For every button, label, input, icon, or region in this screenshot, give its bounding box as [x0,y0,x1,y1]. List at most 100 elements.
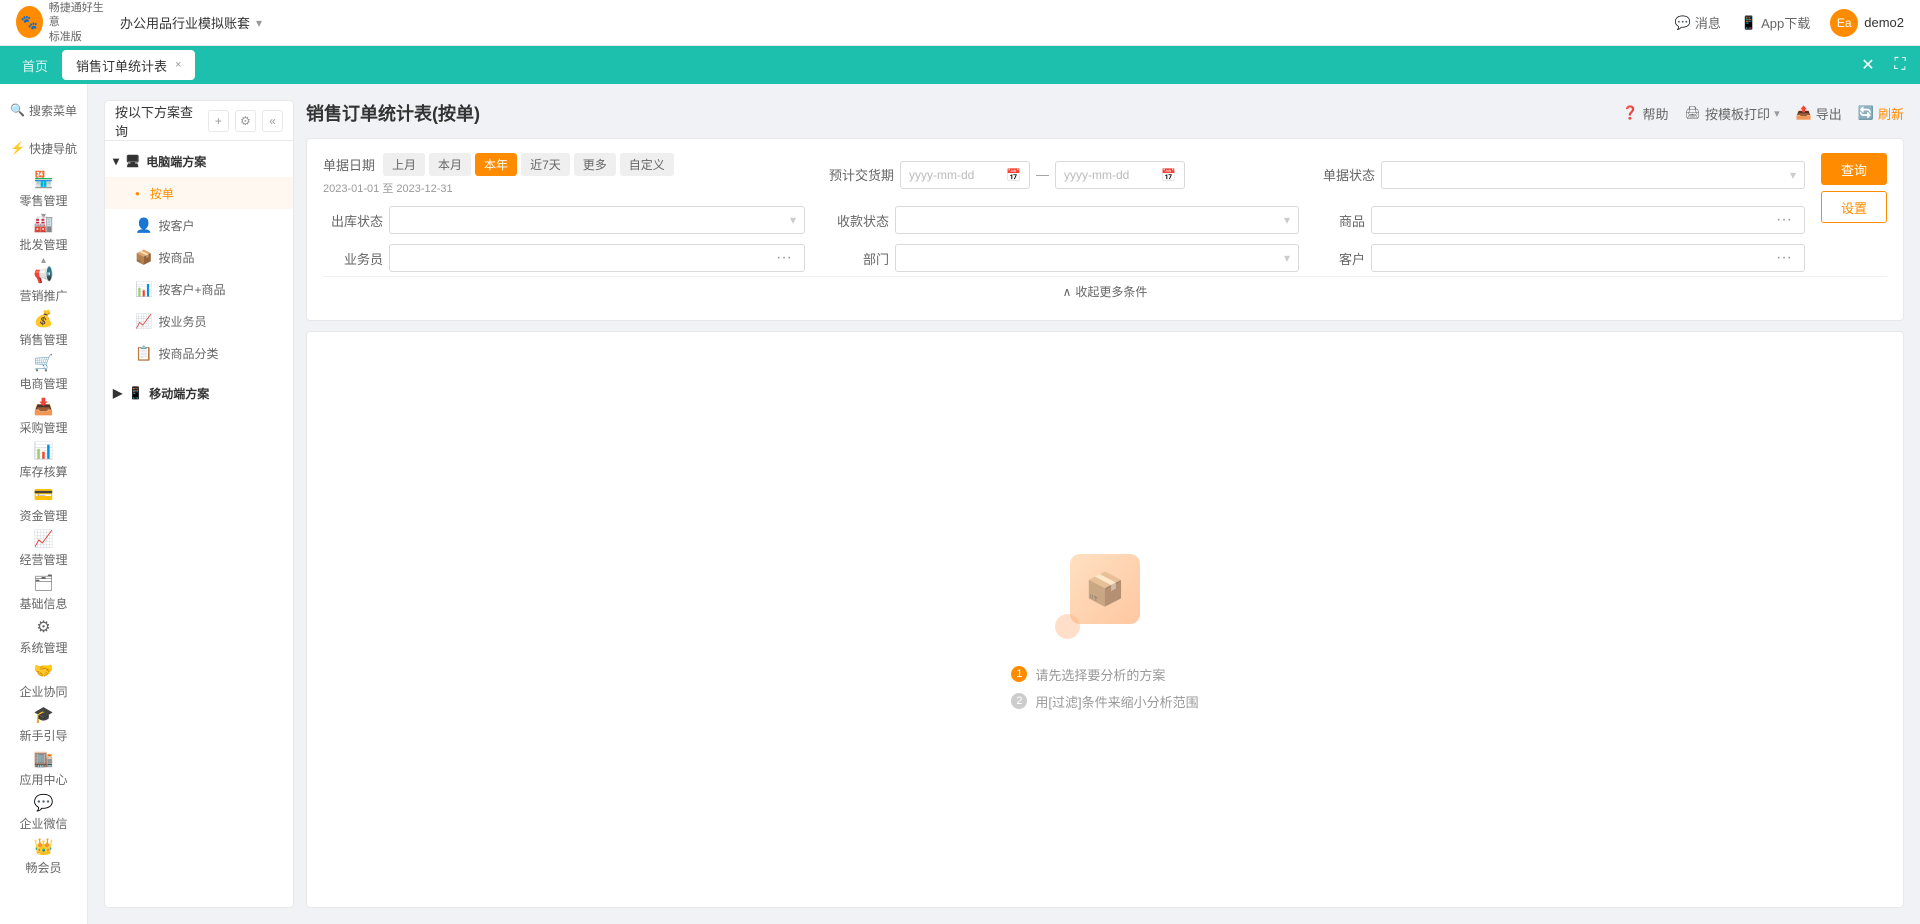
message-button[interactable]: 💬 消息 [1675,13,1721,32]
sidebar-item-enterprise[interactable]: 🤝 企业协同 [0,658,87,702]
content-area: 按以下方案查询 + ⚙ « ▾ 🖥 电脑端方案 ● 按单 [88,84,1920,924]
tab-sales-order-stats[interactable]: 销售订单统计表 × [62,50,195,80]
customer-more-icon[interactable]: ··· [1772,249,1796,267]
filter-card: 单据日期 上月 本月 本年 近7天 更多 自定义 2023-01-01 至 20… [306,138,1904,321]
sidebar-item-wholesale[interactable]: 🏭 批发管理 ▴ [0,218,87,262]
collapse-panel-button[interactable]: « [262,110,283,132]
filter-order-status-cell: 单据状态 ▾ [1311,153,1805,196]
system-name: 办公用品行业模拟账套 [120,13,250,32]
main-layout: 🔍 搜索菜单 ⚡ 快捷导航 🏪 零售管理 ▾ 🏭 批发管理 ▴ 📢 营销推广 [0,84,1920,924]
add-scheme-button[interactable]: + [208,110,229,132]
expected-date-start-input[interactable]: yyyy-mm-dd 📅 [900,161,1030,189]
date-btn-last-month[interactable]: 上月 [383,153,425,176]
sidebar-item-basic[interactable]: 🗂 基础信息 [0,570,87,614]
mobile-scheme-group-header[interactable]: ▶ 📱 移动端方案 [105,377,293,409]
pc-group-arrow-icon: ▾ [113,154,119,168]
results-area: 📦 1 请先选择要分析的方案 2 用[过滤]条件来缩小分析范围 [306,331,1904,908]
tip-num-2: 2 [1011,693,1027,709]
tip-num-1: 1 [1011,666,1027,682]
expected-date-end-input[interactable]: yyyy-mm-dd 📅 [1055,161,1185,189]
app-download-button[interactable]: 📱 App下载 [1741,13,1810,32]
order-status-dropdown-icon: ▾ [1790,168,1796,182]
settings-button[interactable]: 设置 [1821,191,1887,223]
retail-icon: 🏪 [34,170,54,190]
expected-date-start-calendar-icon: 📅 [1006,168,1021,182]
empty-circle-decor [1055,614,1080,639]
tab-close-icon[interactable]: × [175,59,181,71]
sidebar-item-system[interactable]: ⚙ 系统管理 [0,614,87,658]
quick-nav-button[interactable]: ⚡ 快捷导航 [4,130,83,166]
goods-scheme-icon: 📦 [135,249,152,266]
scheme-item-by-goods-category[interactable]: 📋 按商品分类 [105,337,293,369]
system-selector[interactable]: 办公用品行业模拟账套 ▾ [104,13,1675,32]
user-menu[interactable]: Ea demo2 [1830,9,1904,37]
filter-receipt-cell: 收款状态 ▾ [817,206,1311,234]
sidebar-item-retail-label: 零售管理 [19,192,67,209]
sidebar-item-ecommerce[interactable]: 🛒 电商管理 [0,350,87,394]
scheme-item-by-customer[interactable]: 👤 按客户 [105,209,293,241]
dept-select[interactable]: ▾ [895,244,1299,272]
sidebar-item-newbie[interactable]: 🎓 新手引导 [0,702,87,746]
sidebar-item-inventory[interactable]: 📊 库存核算 [0,438,87,482]
delivery-label: 出库状态 [323,211,383,230]
date-btn-this-month[interactable]: 本月 [429,153,471,176]
maximize-window-button[interactable]: ⛶ [1888,53,1912,77]
collapse-filters-button[interactable]: ∧ 收起更多条件 [323,276,1887,306]
empty-box-icon: 📦 [1070,554,1140,624]
receipt-status-select[interactable]: ▾ [895,206,1299,234]
goods-select[interactable]: ··· [1371,206,1805,234]
sidebar-item-marketing[interactable]: 📢 营销推广 [0,262,87,306]
help-button[interactable]: ❓ 帮助 [1622,104,1668,123]
app-icon: 📱 [1741,15,1757,31]
refresh-button[interactable]: 🔄 刷新 [1858,104,1904,123]
logo-icon: 🐾 [16,6,43,38]
order-status-select[interactable]: ▾ [1381,161,1805,189]
scheme-item-by-goods[interactable]: 📦 按商品 [105,241,293,273]
sidebar-item-finance[interactable]: 💳 资金管理 [0,482,87,526]
settings-scheme-button[interactable]: ⚙ [235,110,256,132]
scheme-by-goods-label: 按商品 [158,249,194,266]
sidebar-item-sales[interactable]: 💰 销售管理 [0,306,87,350]
sidebar-item-appstore[interactable]: 🏬 应用中心 [0,746,87,790]
date-btn-this-year[interactable]: 本年 [475,153,517,176]
sidebar-item-member[interactable]: 👑 畅会员 [0,834,87,878]
pc-scheme-group-header[interactable]: ▾ 🖥 电脑端方案 [105,145,293,177]
query-button[interactable]: 查询 [1821,153,1887,185]
salesperson-select[interactable]: ··· [389,244,805,272]
salesperson-scheme-icon: 📈 [135,313,152,330]
print-label: 按模板打印 [1705,104,1770,123]
tip-2-text: 用[过滤]条件来缩小分析范围 [1035,692,1198,711]
sidebar-item-wechat[interactable]: 💬 企业微信 [0,790,87,834]
export-button[interactable]: 📤 导出 [1796,104,1842,123]
sidebar-item-member-label: 畅会员 [25,859,61,876]
newbie-icon: 🎓 [34,705,54,725]
filter-goods-cell: 商品 ··· [1311,206,1805,234]
scheme-item-by-customer-goods[interactable]: 📊 按客户+商品 [105,273,293,305]
delivery-status-select[interactable]: ▾ [389,206,805,234]
sidebar-item-basic-label: 基础信息 [19,595,67,612]
close-window-button[interactable]: ✕ [1856,53,1880,77]
message-icon: 💬 [1675,15,1691,31]
date-btn-more[interactable]: 更多 [574,153,616,176]
date-btn-7-days[interactable]: 近7天 [521,153,570,176]
sidebar-menu: 🏪 零售管理 ▾ 🏭 批发管理 ▴ 📢 营销推广 💰 销售管理 🛒 电商管理 [0,174,87,878]
tab-home[interactable]: 首页 [8,50,62,80]
customer-scheme-icon: 👤 [135,217,152,234]
search-menu-button[interactable]: 🔍 搜索菜单 [4,92,83,128]
sidebar-item-appstore-label: 应用中心 [19,771,67,788]
sidebar-item-operations[interactable]: 📈 经营管理 [0,526,87,570]
goods-more-icon[interactable]: ··· [1772,211,1796,229]
date-btn-custom[interactable]: 自定义 [620,153,674,176]
sidebar-item-retail[interactable]: 🏪 零售管理 ▾ [0,174,87,218]
customer-select[interactable]: ··· [1371,244,1805,272]
scheme-by-customer-label: 按客户 [158,217,194,234]
scheme-item-by-salesperson[interactable]: 📈 按业务员 [105,305,293,337]
sidebar-item-newbie-label: 新手引导 [19,727,67,744]
scheme-item-by-order[interactable]: ● 按单 [105,177,293,209]
dept-label: 部门 [829,249,889,268]
mobile-group-arrow-icon: ▶ [113,386,122,400]
export-icon: 📤 [1796,105,1812,121]
salesperson-more-icon[interactable]: ··· [772,249,796,267]
print-button[interactable]: 🖨 按模板打印 ▾ [1685,104,1780,123]
sidebar-item-purchase[interactable]: 📥 采购管理 [0,394,87,438]
